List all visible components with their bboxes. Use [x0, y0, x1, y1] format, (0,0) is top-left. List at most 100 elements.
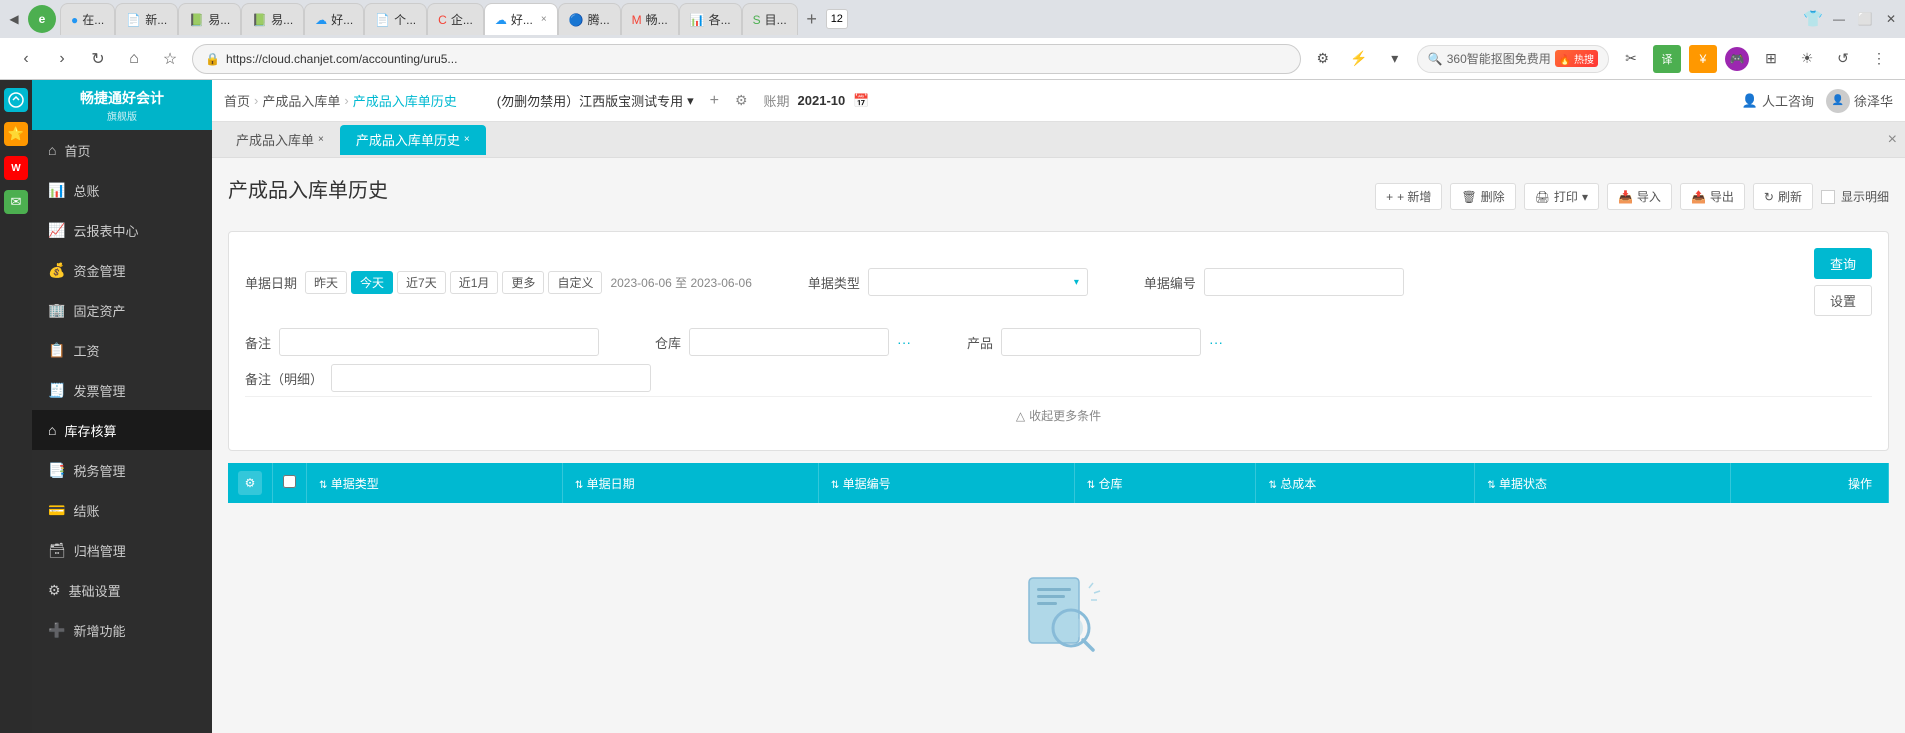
- last7-btn[interactable]: 近7天: [397, 271, 446, 294]
- tab-history-page[interactable]: 产成品入库单历史 ×: [340, 125, 486, 155]
- sidebar-item-settle[interactable]: 💳 结账: [32, 490, 212, 530]
- yesterday-btn[interactable]: 昨天: [305, 271, 347, 294]
- display-toggle[interactable]: 显示明细: [1821, 188, 1889, 205]
- column-settings-btn[interactable]: ⚙: [238, 471, 262, 495]
- sidebar-item-more[interactable]: ➕ 新增功能: [32, 610, 212, 650]
- translate-icon[interactable]: 译: [1653, 45, 1681, 73]
- display-checkbox[interactable]: [1821, 190, 1835, 204]
- col-total-cost[interactable]: ⇅ 总成本: [1256, 463, 1475, 503]
- col-status[interactable]: ⇅ 单据状态: [1475, 463, 1731, 503]
- settings-gear-icon[interactable]: ⚙: [735, 92, 748, 109]
- sidebar-item-fixed[interactable]: 🏢 固定资产: [32, 290, 212, 330]
- import-button[interactable]: 📥 导入: [1607, 183, 1672, 210]
- tab-3[interactable]: 📗 易...: [178, 3, 241, 35]
- lightning-icon[interactable]: ⚡: [1345, 45, 1373, 73]
- collapse-button[interactable]: △ 收起更多条件: [1008, 403, 1109, 428]
- custom-btn[interactable]: 自定义: [548, 271, 602, 294]
- tab-8-close[interactable]: ×: [541, 14, 547, 25]
- add-company-button[interactable]: +: [710, 92, 719, 110]
- col-number[interactable]: ⇅ 单据编号: [818, 463, 1074, 503]
- minimize-button[interactable]: —: [1829, 9, 1849, 29]
- col-warehouse[interactable]: ⇅ 仓库: [1074, 463, 1256, 503]
- user-avatar-area[interactable]: 👤 徐泽华: [1826, 89, 1893, 113]
- star-icon[interactable]: ⭐: [4, 122, 28, 146]
- app-logo[interactable]: e: [28, 5, 56, 33]
- tab-4[interactable]: 📗 易...: [241, 3, 304, 35]
- breadcrumb-list[interactable]: 产成品入库单: [262, 91, 340, 110]
- app-icon-circle[interactable]: [4, 88, 28, 112]
- product-dots[interactable]: ···: [1209, 334, 1223, 350]
- tab-list-page[interactable]: 产成品入库单 ×: [220, 125, 340, 155]
- grid-icon[interactable]: ⊞: [1757, 45, 1785, 73]
- theme-icon[interactable]: ☀: [1793, 45, 1821, 73]
- new-tab-button[interactable]: +: [798, 5, 826, 33]
- print-button[interactable]: 🖨 打印 ▾: [1524, 183, 1599, 210]
- tab-9[interactable]: 🔵 腾...: [558, 3, 621, 35]
- warehouse-input[interactable]: [689, 328, 889, 356]
- close-button[interactable]: ✕: [1881, 9, 1901, 29]
- game-icon[interactable]: 🎮: [1725, 47, 1749, 71]
- refresh-button[interactable]: ↻ 刷新: [1753, 183, 1813, 210]
- tab-12[interactable]: S 目...: [742, 3, 798, 35]
- sidebar-item-general[interactable]: 📊 总账: [32, 170, 212, 210]
- yuan-icon[interactable]: ¥: [1689, 45, 1717, 73]
- sidebar-item-salary[interactable]: 📋 工资: [32, 330, 212, 370]
- number-input[interactable]: [1204, 268, 1404, 296]
- sidebar-item-reports[interactable]: 📈 云报表中心: [32, 210, 212, 250]
- sidebar-item-tax[interactable]: 📑 税务管理: [32, 450, 212, 490]
- scissors-icon[interactable]: ✂: [1617, 45, 1645, 73]
- list-tab-close[interactable]: ×: [318, 134, 324, 145]
- delete-button[interactable]: 🗑 删除: [1450, 183, 1515, 210]
- sidebar-item-basic[interactable]: ⚙ 基础设置: [32, 570, 212, 610]
- extensions-icon[interactable]: ⚙: [1309, 45, 1337, 73]
- tab-10[interactable]: M 畅...: [621, 3, 679, 35]
- col-settings[interactable]: ⚙: [228, 463, 273, 503]
- add-button[interactable]: + + 新增: [1375, 183, 1442, 210]
- tab-2[interactable]: 📄 新...: [115, 3, 178, 35]
- warehouse-dots[interactable]: ···: [897, 334, 911, 350]
- col-type[interactable]: ⇅ 单据类型: [307, 463, 563, 503]
- sidebar-item-invoice[interactable]: 🧾 发票管理: [32, 370, 212, 410]
- more-settings-icon[interactable]: ⋮: [1865, 45, 1893, 73]
- product-input[interactable]: [1001, 328, 1201, 356]
- sidebar-item-inventory[interactable]: ⌂ 库存核算: [32, 410, 212, 450]
- query-button[interactable]: 查询: [1814, 248, 1872, 279]
- email-icon[interactable]: ✉: [4, 190, 28, 214]
- col-checkbox[interactable]: [273, 463, 307, 503]
- undo-icon[interactable]: ↺: [1829, 45, 1857, 73]
- refresh-button[interactable]: ↻: [84, 45, 112, 73]
- tab-7[interactable]: C 企...: [427, 3, 484, 35]
- address-bar-input[interactable]: 🔒 https://cloud.chanjet.com/accounting/u…: [192, 44, 1301, 74]
- maximize-button[interactable]: ⬜: [1855, 9, 1875, 29]
- tab-1[interactable]: ● 在...: [60, 3, 115, 35]
- back-button[interactable]: ‹: [12, 45, 40, 73]
- home-button[interactable]: ⌂: [120, 45, 148, 73]
- search-box[interactable]: 🔍 360智能抠图免费用 🔥 热搜: [1417, 45, 1609, 73]
- tab-6[interactable]: 📄 个...: [364, 3, 427, 35]
- bookmark-button[interactable]: ☆: [156, 45, 184, 73]
- tab-8-active[interactable]: ☁ 好... ×: [484, 3, 558, 35]
- company-selector[interactable]: (勿删勿禁用）江西版宝测试专用 ▾: [497, 91, 694, 110]
- today-btn[interactable]: 今天: [351, 271, 393, 294]
- note-input[interactable]: [279, 328, 599, 356]
- note-detail-input[interactable]: [331, 364, 651, 392]
- export-button[interactable]: 📤 导出: [1680, 183, 1745, 210]
- last-month-btn[interactable]: 近1月: [450, 271, 499, 294]
- tab-11[interactable]: 📊 各...: [679, 3, 742, 35]
- settings-button[interactable]: 设置: [1814, 285, 1872, 316]
- tab-5[interactable]: ☁ 好...: [304, 3, 364, 35]
- forward-button[interactable]: ›: [48, 45, 76, 73]
- more-btn[interactable]: 更多: [502, 271, 544, 294]
- sidebar-item-home[interactable]: ⌂ 首页: [32, 130, 212, 170]
- type-dropdown[interactable]: ▾: [868, 268, 1088, 296]
- panel-close-button[interactable]: ×: [1888, 131, 1897, 149]
- user-support[interactable]: 👤 人工咨询: [1742, 91, 1814, 110]
- col-date[interactable]: ⇅ 单据日期: [562, 463, 818, 503]
- sidebar-item-archive[interactable]: 🗃 归档管理: [32, 530, 212, 570]
- breadcrumb-home[interactable]: 首页: [224, 91, 250, 110]
- sidebar-item-funds[interactable]: 💰 资金管理: [32, 250, 212, 290]
- address-dropdown[interactable]: ▾: [1381, 45, 1409, 73]
- select-all-checkbox[interactable]: [283, 475, 296, 488]
- weibo-icon[interactable]: W: [4, 156, 28, 180]
- history-tab-close[interactable]: ×: [464, 134, 470, 145]
